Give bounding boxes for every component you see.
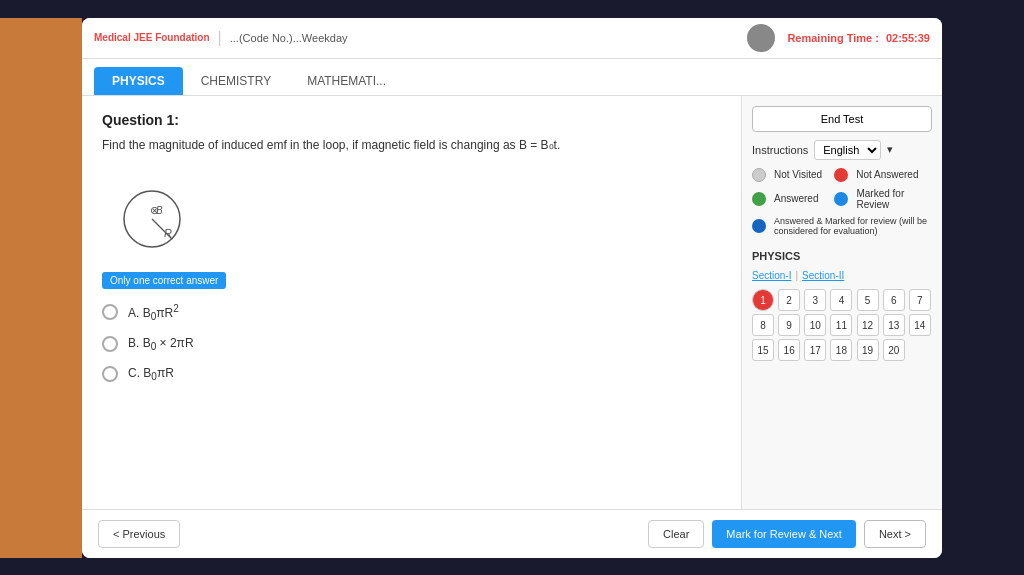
footer-buttons: < Previous Clear Mark for Review & Next … bbox=[82, 509, 942, 558]
number-grid: 1 2 3 4 5 6 7 8 9 10 11 12 13 14 15 16 1 bbox=[752, 289, 932, 361]
num-btn-16[interactable]: 16 bbox=[778, 339, 800, 361]
option-b-label: B. B0 × 2πR bbox=[128, 336, 194, 352]
logo-text: Medical JEE Foundation bbox=[94, 32, 210, 43]
only-one-label: Only one correct answer bbox=[102, 270, 721, 303]
next-button[interactable]: Next > bbox=[864, 520, 926, 548]
svg-text:B: B bbox=[156, 205, 163, 216]
question-number: Question 1: bbox=[102, 112, 721, 128]
clear-button[interactable]: Clear bbox=[648, 520, 704, 548]
remaining-time-value: 02:55:39 bbox=[886, 32, 930, 44]
num-btn-8[interactable]: 8 bbox=[752, 314, 774, 336]
header-left: Medical JEE Foundation | ...(Code No.)..… bbox=[94, 29, 348, 47]
tab-mathematics[interactable]: MATHEMATI... bbox=[289, 67, 404, 95]
num-btn-20[interactable]: 20 bbox=[883, 339, 905, 361]
num-btn-1[interactable]: 1 bbox=[752, 289, 774, 311]
option-a[interactable]: A. B0πR2 bbox=[102, 303, 721, 322]
num-btn-3[interactable]: 3 bbox=[804, 289, 826, 311]
previous-button[interactable]: < Previous bbox=[98, 520, 180, 548]
num-btn-12[interactable]: 12 bbox=[857, 314, 879, 336]
end-test-button[interactable]: End Test bbox=[752, 106, 932, 132]
question-diagram: ⊗ B R bbox=[112, 174, 192, 254]
legend-answered-marked-label: Answered & Marked for review (will be co… bbox=[774, 216, 932, 236]
legend-answered-label: Answered bbox=[774, 193, 818, 204]
num-btn-6[interactable]: 6 bbox=[883, 289, 905, 311]
legend-answered: Answered Marked for Review bbox=[752, 188, 932, 210]
mark-review-button[interactable]: Mark for Review & Next bbox=[712, 520, 856, 548]
num-btn-5[interactable]: 5 bbox=[857, 289, 879, 311]
num-btn-14[interactable]: 14 bbox=[909, 314, 931, 336]
num-btn-2[interactable]: 2 bbox=[778, 289, 800, 311]
svg-text:R: R bbox=[164, 227, 172, 239]
section-tabs: Section-I | Section-II bbox=[752, 270, 932, 281]
legend-not-answered-label: Not Answered bbox=[856, 169, 918, 180]
dot-answered-marked bbox=[752, 219, 766, 233]
right-background bbox=[942, 18, 1024, 558]
header: Medical JEE Foundation | ...(Code No.)..… bbox=[82, 18, 942, 59]
avatar bbox=[747, 24, 775, 52]
legend-section: Not Visited Not Answered Answered Marked… bbox=[752, 168, 932, 236]
option-c[interactable]: C. B0πR bbox=[102, 366, 721, 382]
num-btn-7[interactable]: 7 bbox=[909, 289, 931, 311]
num-btn-19[interactable]: 19 bbox=[857, 339, 879, 361]
header-title: ...(Code No.)...Weekday bbox=[230, 32, 348, 44]
section-tab-2[interactable]: Section-II bbox=[802, 270, 844, 281]
radio-b[interactable] bbox=[102, 336, 118, 352]
main-screen: Medical JEE Foundation | ...(Code No.)..… bbox=[82, 18, 942, 558]
language-select[interactable]: English Hindi bbox=[814, 140, 881, 160]
radio-a[interactable] bbox=[102, 304, 118, 320]
left-background bbox=[0, 18, 82, 558]
num-btn-17[interactable]: 17 bbox=[804, 339, 826, 361]
tab-physics[interactable]: PHYSICS bbox=[94, 67, 183, 95]
option-c-label: C. B0πR bbox=[128, 366, 174, 382]
tab-chemistry[interactable]: CHEMISTRY bbox=[183, 67, 289, 95]
language-row: Instructions English Hindi ▾ bbox=[752, 140, 932, 160]
num-btn-13[interactable]: 13 bbox=[883, 314, 905, 336]
dot-answered bbox=[752, 192, 766, 206]
dot-not-answered bbox=[834, 168, 848, 182]
options-list: A. B0πR2 B. B0 × 2πR C. B0πR bbox=[102, 303, 721, 383]
legend-not-visited-label: Not Visited bbox=[774, 169, 822, 180]
legend-marked-label: Marked for Review bbox=[856, 188, 932, 210]
main-area: Question 1: Find the magnitude of induce… bbox=[82, 96, 942, 509]
radio-c[interactable] bbox=[102, 366, 118, 382]
option-a-label: A. B0πR2 bbox=[128, 303, 179, 322]
remaining-time: Remaining Time : 02:55:39 bbox=[787, 32, 930, 44]
num-btn-9[interactable]: 9 bbox=[778, 314, 800, 336]
dot-marked bbox=[834, 192, 848, 206]
chevron-down-icon: ▾ bbox=[887, 143, 893, 156]
header-right: Remaining Time : 02:55:39 bbox=[747, 24, 930, 52]
legend-not-visited: Not Visited Not Answered bbox=[752, 168, 932, 182]
num-btn-11[interactable]: 11 bbox=[830, 314, 852, 336]
question-text: Find the magnitude of induced emf in the… bbox=[102, 136, 721, 154]
instructions-button[interactable]: Instructions bbox=[752, 144, 808, 156]
dot-not-visited bbox=[752, 168, 766, 182]
section-tab-divider: | bbox=[795, 270, 798, 281]
legend-answered-marked: Answered & Marked for review (will be co… bbox=[752, 216, 932, 236]
section-tab-1[interactable]: Section-I bbox=[752, 270, 791, 281]
right-sidebar: End Test Instructions English Hindi ▾ No… bbox=[742, 96, 942, 509]
question-panel: Question 1: Find the magnitude of induce… bbox=[82, 96, 742, 509]
num-btn-10[interactable]: 10 bbox=[804, 314, 826, 336]
num-btn-15[interactable]: 15 bbox=[752, 339, 774, 361]
tabs-bar: PHYSICS CHEMISTRY MATHEMATI... bbox=[82, 59, 942, 96]
num-btn-18[interactable]: 18 bbox=[830, 339, 852, 361]
remaining-time-label: Remaining Time : bbox=[787, 32, 878, 44]
option-b[interactable]: B. B0 × 2πR bbox=[102, 336, 721, 352]
num-btn-4[interactable]: 4 bbox=[830, 289, 852, 311]
section-title: PHYSICS bbox=[752, 250, 932, 262]
action-buttons: Clear Mark for Review & Next Next > bbox=[648, 520, 926, 548]
